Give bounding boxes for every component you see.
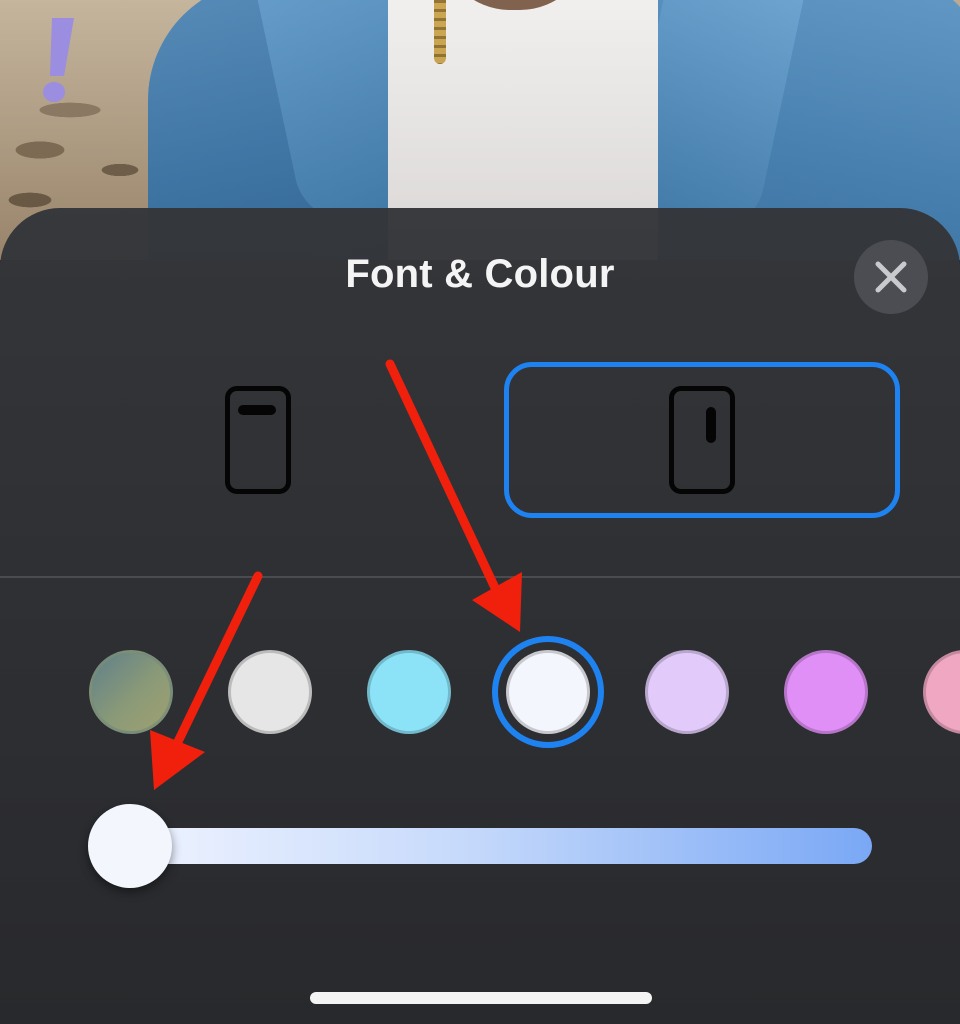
colour-swatch[interactable]	[228, 650, 312, 734]
layout-option-vertical[interactable]	[504, 362, 900, 518]
close-icon	[875, 261, 907, 293]
exclamation-icon	[43, 18, 74, 102]
layout-option-horizontal[interactable]	[60, 362, 456, 518]
colour-swatch[interactable]	[367, 650, 451, 734]
colour-swatch[interactable]	[89, 650, 173, 734]
home-indicator	[310, 992, 652, 1004]
sheet-title: Font & Colour	[345, 252, 615, 296]
close-button[interactable]	[854, 240, 928, 314]
vertical-layout-icon	[669, 386, 735, 494]
horizontal-layout-icon	[225, 386, 291, 494]
colour-swatch[interactable]	[645, 650, 729, 734]
colour-slider-track[interactable]	[120, 828, 872, 864]
colour-swatch[interactable]	[784, 650, 868, 734]
font-colour-sheet: Font & Colour	[0, 208, 960, 1024]
colour-slider-thumb[interactable]	[88, 804, 172, 888]
colour-swatch[interactable]	[923, 650, 960, 734]
colour-swatch[interactable]	[506, 650, 590, 734]
section-divider	[0, 576, 960, 578]
